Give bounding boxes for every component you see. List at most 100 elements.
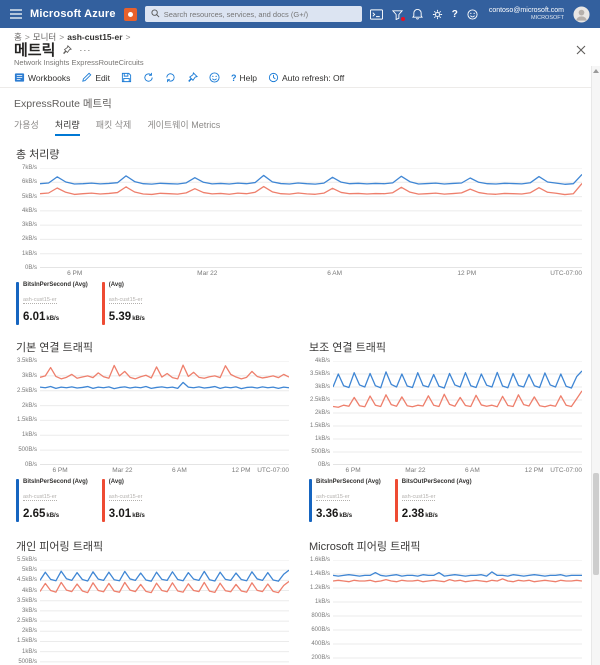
azure-top-bar: Microsoft Azure ? contoso@microsoft.com … (0, 0, 600, 28)
y-tick-label: 3kB/s (21, 607, 37, 614)
y-tick-label: 2.5kB/s (16, 387, 37, 394)
avatar[interactable] (573, 5, 590, 23)
edit-button[interactable]: Edit (81, 72, 110, 83)
legend-resource-name: ash-cust15-er (108, 297, 143, 304)
y-tick-label: 1.4kB/s (309, 571, 330, 577)
y-tick-label: 500B/s (18, 658, 37, 665)
search-input[interactable] (163, 9, 356, 19)
share-button[interactable] (165, 72, 176, 83)
breadcrumb: 홈 > 모니터 > ash-cust15-er > (14, 32, 131, 42)
more-options-icon[interactable]: ··· (79, 45, 91, 55)
y-tick-label: 3kB/s (314, 384, 330, 390)
legend-value-row: 3.36kB/s (316, 504, 381, 522)
legend-color-bar (101, 282, 105, 325)
pin-icon[interactable] (62, 44, 73, 55)
y-tick-label: 500B/s (311, 449, 330, 455)
legend-resource-name: ash-cust15-er (316, 494, 350, 501)
legend-item[interactable]: BitsInPerSecond (Avg) ash-cust15-er 2.65kB… (16, 479, 88, 522)
y-tick-label: 1kB/s (21, 648, 37, 655)
chart-y-axis: 7kB/s 6kB/s 5kB/s 4kB/s 3kB/s 2kB/s 1kB/s 0B/s (14, 165, 40, 271)
hamburger-menu-icon[interactable] (10, 9, 22, 19)
help-icon[interactable]: ? (452, 9, 458, 20)
y-tick-label: 5.5kB/s (16, 557, 37, 563)
y-tick-label: 500B/s (18, 447, 37, 454)
save-button[interactable] (121, 72, 132, 83)
x-tick-label: 12 PM (231, 467, 251, 474)
x-tick-label: 12 PM (524, 467, 544, 474)
y-tick-label: 1.5kB/s (309, 423, 330, 429)
legend-text: BitsInPerSecond (Avg) ash-cust15-er 2.65kB… (23, 479, 88, 522)
filter-icon[interactable] (391, 9, 405, 21)
x-tick-label: 6 AM (171, 467, 187, 474)
legend-text: BitsOutPerSecond (Avg) ash-cust15-er 2.38k… (401, 479, 472, 522)
chart-body: 1.6kB/s 1.4kB/s 1.2kB/s 1kB/s 800B/s 600B/s 40… (307, 557, 582, 665)
tab-packet-drops[interactable]: 패킷 삭제 (96, 118, 132, 136)
legend-item[interactable]: BitsInPerSecond (Avg) ash-cust15-er 6.01kB… (16, 282, 88, 325)
series-line (40, 570, 289, 581)
chart-body: 3.5kB/s 3kB/s 2.5kB/s 2kB/s 1.5kB/s 1kB/s 500B… (14, 358, 289, 468)
breadcrumb-resource[interactable]: ash-cust15-er (67, 32, 122, 42)
legend-resource-row: ash-cust15-er (401, 485, 472, 503)
auto-refresh-button[interactable]: Auto refresh: Off (268, 72, 344, 83)
chart-legend: BitsInPerSecond (Avg) ash-cust15-er 2.65kB… (16, 479, 289, 522)
y-tick-label: 200B/s (311, 655, 330, 661)
tab-throughput[interactable]: 처리량 (54, 118, 80, 136)
legend-value-row: 3.01kB/s (109, 504, 145, 522)
vertical-scrollbar[interactable] (591, 66, 600, 665)
chart-title: 총 처리량 (16, 149, 60, 161)
legend-value: 3.01 (108, 508, 132, 520)
y-tick-label: 1.5kB/s (16, 638, 37, 645)
workbooks-button[interactable]: Workbooks (14, 72, 70, 83)
x-tick-label: Mar 22 (112, 467, 133, 474)
legend-resource-row: ash-cust15-er (108, 288, 145, 306)
chart-x-axis: 6 PM Mar 22 6 AM 12 PM UTC-07:00 (333, 465, 582, 475)
y-tick-label: 3kB/s (21, 372, 37, 379)
feedback-button[interactable] (209, 72, 220, 83)
y-tick-label: 7kB/s (21, 165, 37, 171)
legend-value-row: 2.65kB/s (23, 504, 88, 522)
brand-title[interactable]: Microsoft Azure (30, 8, 116, 20)
y-tick-label: 1kB/s (314, 599, 330, 605)
y-tick-label: 6kB/s (21, 179, 37, 186)
scrollbar-thumb[interactable] (593, 473, 599, 576)
y-tick-label: 400B/s (311, 641, 330, 647)
chart-secondary-connection-traffic: 보조 연결 트래픽 4kB/s 3.5kB/s 3kB/s 2.5kB/s 2kB/s 1.… (307, 329, 582, 524)
y-tick-label: 0B/s (24, 265, 37, 271)
cloud-shell-icon[interactable] (369, 8, 383, 20)
gear-icon[interactable] (432, 9, 443, 20)
tab-availability[interactable]: 가용성 (14, 118, 39, 136)
legend-resource-row: ash-cust15-er (316, 485, 381, 503)
command-bar: Workbooks Edit ? Help Auto refresh: Off (0, 70, 600, 88)
legend-item[interactable]: (Avg) ash-cust15-er 3.01kB/s (101, 479, 145, 522)
y-tick-label: 1.5kB/s (16, 417, 37, 424)
tab-gateway-metrics[interactable]: 게이트웨이 Metrics (147, 118, 220, 136)
legend-item[interactable]: (Avg) ash-cust15-er 5.39kB/s (101, 282, 145, 325)
legend-value: 2.65 (23, 508, 46, 520)
bell-icon[interactable] (411, 8, 423, 20)
chart-total-throughput: 총 처리량 7kB/s 6kB/s 5kB/s 4kB/s 3kB/s 2kB/s 1kB/s… (14, 146, 582, 325)
chart-plot-area (40, 560, 289, 665)
legend-item[interactable]: BitsInPerSecond (Avg) ash-cust15-er 3.36kB… (309, 479, 381, 522)
help-button[interactable]: ? Help (231, 73, 257, 83)
chart-y-axis: 4kB/s 3.5kB/s 3kB/s 2.5kB/s 2kB/s 1.5kB/s 1kB/… (307, 358, 333, 468)
pin-to-dashboard-button[interactable] (187, 72, 198, 83)
legend-item[interactable]: BitsOutPerSecond (Avg) ash-cust15-er 2.38k… (394, 479, 472, 522)
search-icon (151, 5, 160, 23)
account-info[interactable]: contoso@microsoft.com MICROSOFT (489, 7, 564, 21)
refresh-button[interactable] (143, 72, 154, 83)
global-search[interactable] (144, 5, 362, 23)
legend-unit: kB/s (132, 513, 145, 519)
x-tick-label: 6 PM (67, 270, 83, 277)
y-tick-label: 0B/s (24, 462, 37, 468)
question-icon: ? (231, 72, 237, 83)
chart-title: 보조 연결 트래픽 (309, 342, 386, 354)
close-icon[interactable] (576, 45, 586, 55)
scroll-up-icon[interactable] (593, 69, 599, 73)
y-tick-label: 3.5kB/s (16, 597, 37, 604)
y-tick-label: 800B/s (311, 613, 330, 619)
y-tick-label: 600B/s (311, 627, 330, 633)
feedback-smiley-icon[interactable] (467, 8, 478, 20)
y-tick-label: 2kB/s (21, 236, 37, 243)
legend-text: BitsInPerSecond (Avg) ash-cust15-er 3.36kB… (316, 479, 381, 522)
series-line (40, 183, 582, 194)
